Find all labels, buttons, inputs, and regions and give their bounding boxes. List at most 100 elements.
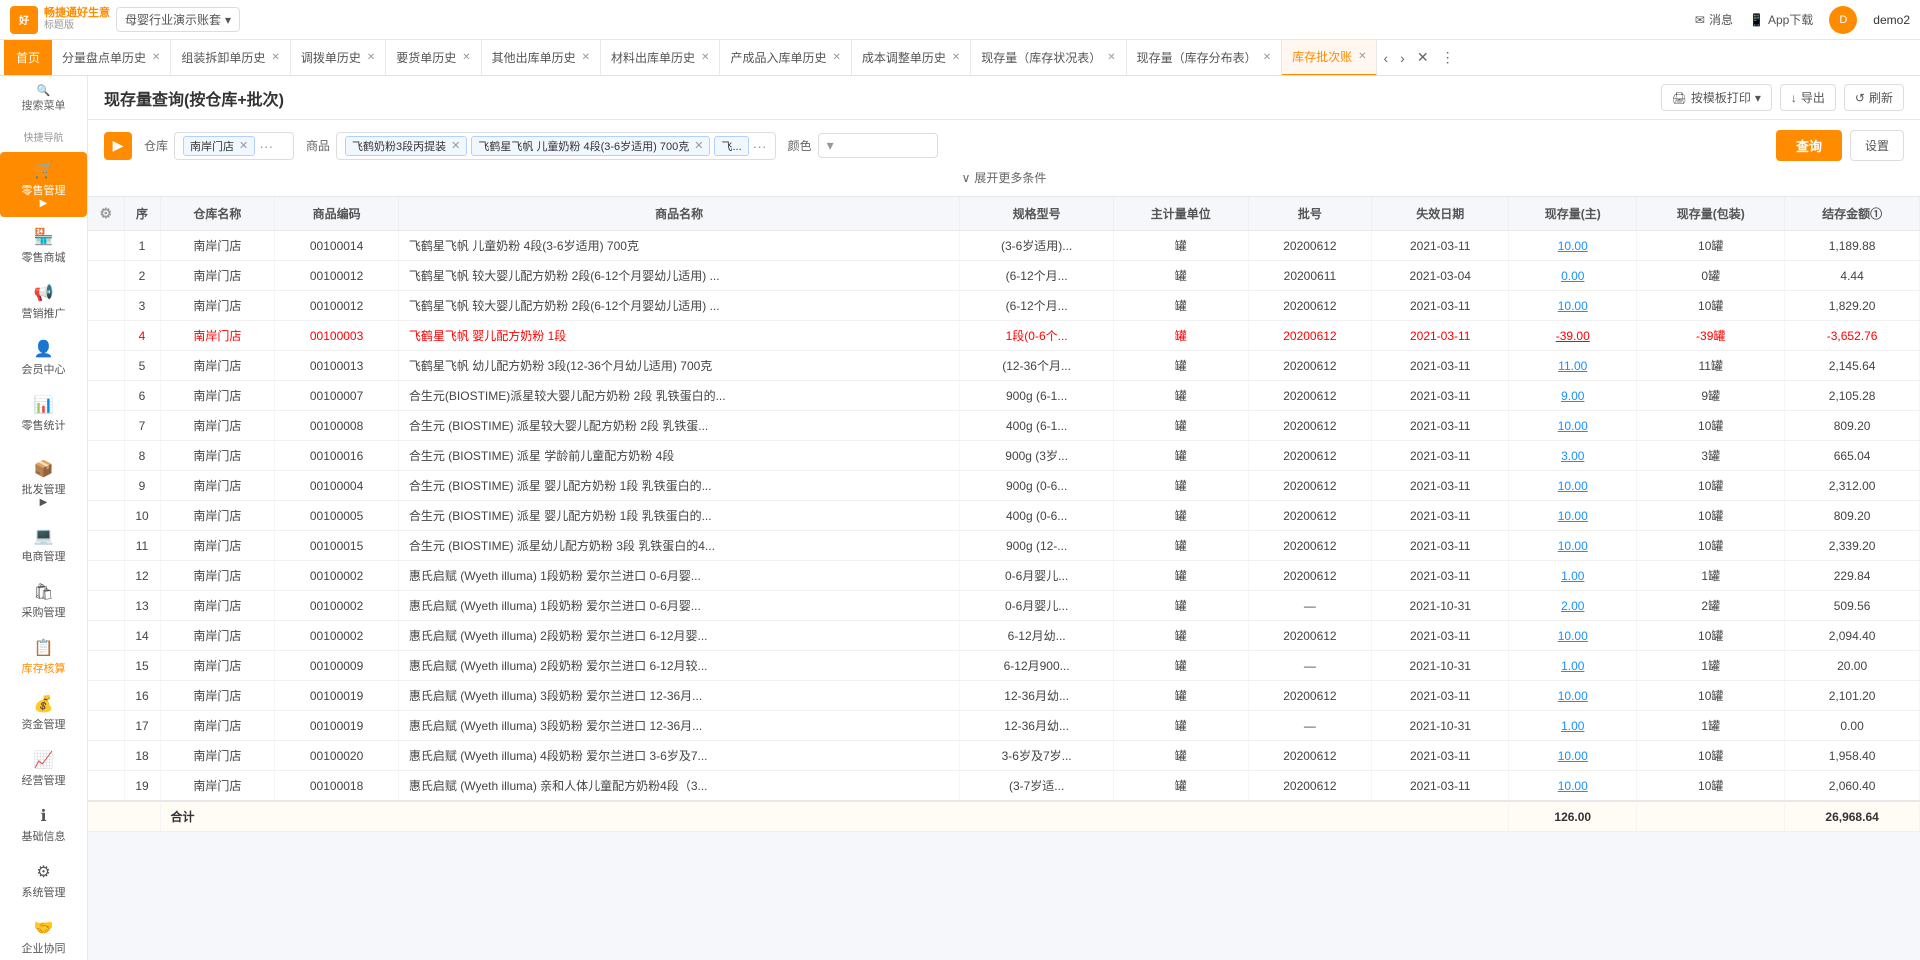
tab-material-outbound-close[interactable]: ✕ xyxy=(701,52,709,63)
tab-other-outbound[interactable]: 其他出库单历史 ✕ xyxy=(482,40,601,76)
td-name: 飞鹤星飞帆 较大婴儿配方奶粉 2段(6-12个月婴幼儿适用) ... xyxy=(398,291,959,321)
td-stock-main[interactable]: -39.00 xyxy=(1509,321,1637,351)
td-code: 00100015 xyxy=(275,531,399,561)
tab-close-all-btn[interactable]: ✕ xyxy=(1411,49,1435,66)
tab-product-inbound-close[interactable]: ✕ xyxy=(832,52,840,63)
table-row: 13 南岸门店 00100002 惠氏启赋 (Wyeth illuma) 1段奶… xyxy=(88,591,1920,621)
tab-material-outbound[interactable]: 材料出库单历史 ✕ xyxy=(601,40,720,76)
td-stock-main[interactable]: 0.00 xyxy=(1509,261,1637,291)
td-stock-main[interactable]: 2.00 xyxy=(1509,591,1637,621)
tab-cost-adjust-close[interactable]: ✕ xyxy=(952,52,960,63)
settings-btn[interactable]: 设置 xyxy=(1850,130,1904,161)
tab-other-outbound-close[interactable]: ✕ xyxy=(582,52,590,63)
tab-next-btn[interactable]: › xyxy=(1394,50,1411,66)
member-icon: 👤 xyxy=(34,339,54,359)
app-download-btn[interactable]: 📱 App下载 xyxy=(1749,11,1813,28)
sidebar-item-finance[interactable]: 💰 资金管理 xyxy=(0,686,87,740)
warehouse-input[interactable]: 南岸门店 ✕ ··· xyxy=(174,132,294,160)
sidebar-item-system[interactable]: ⚙ 系统管理 xyxy=(0,854,87,908)
color-input[interactable]: ▾ xyxy=(818,133,938,158)
sidebar-item-enterprise[interactable]: 🤝 企业协同 xyxy=(0,910,87,960)
td-stock-main[interactable]: 9.00 xyxy=(1509,381,1637,411)
tab-batch-voucher[interactable]: 库存批次账 ✕ xyxy=(1282,40,1377,76)
td-stock-main[interactable]: 10.00 xyxy=(1509,741,1637,771)
tab-split-history[interactable]: 分量盘点单历史 ✕ xyxy=(52,40,171,76)
sidebar-item-retail-mgmt[interactable]: 🛒 零售管理 ▶ xyxy=(0,152,87,217)
td-batch: — xyxy=(1248,711,1372,741)
td-stock-main[interactable]: 10.00 xyxy=(1509,411,1637,441)
td-stock-main[interactable]: 10.00 xyxy=(1509,621,1637,651)
tab-transfer-close[interactable]: ✕ xyxy=(367,52,375,63)
sidebar-search[interactable]: 🔍 搜索菜单 xyxy=(0,76,87,121)
tab-disassemble-close[interactable]: ✕ xyxy=(271,52,279,63)
tab-disassemble[interactable]: 组装拆卸单历史 ✕ xyxy=(171,40,290,76)
td-no: 10 xyxy=(124,501,160,531)
warehouse-more[interactable]: ··· xyxy=(259,138,273,154)
th-settings[interactable]: ⚙ xyxy=(88,197,124,231)
tab-batch-voucher-close[interactable]: ✕ xyxy=(1358,51,1366,62)
td-stock-main[interactable]: 10.00 xyxy=(1509,771,1637,802)
td-stock-main[interactable]: 10.00 xyxy=(1509,681,1637,711)
td-stock-main[interactable]: 1.00 xyxy=(1509,561,1637,591)
sidebar-item-marketing[interactable]: 📢 营销推广 xyxy=(0,275,87,329)
refresh-btn[interactable]: ↺ 刷新 xyxy=(1844,84,1904,111)
goods-input[interactable]: 飞鹤奶粉3段丙提装 ✕ 飞鹤星飞帆 儿童奶粉 4段(3-6岁适用) 700克 ✕… xyxy=(336,132,776,160)
warehouse-tag-remove[interactable]: ✕ xyxy=(239,139,248,152)
tab-transfer[interactable]: 调拨单历史 ✕ xyxy=(291,40,386,76)
tab-requisition-close[interactable]: ✕ xyxy=(462,52,470,63)
td-stock-main[interactable]: 10.00 xyxy=(1509,291,1637,321)
td-stock-main[interactable]: 1.00 xyxy=(1509,711,1637,741)
tab-stock-status[interactable]: 现存量（库存状况表） ✕ xyxy=(971,40,1126,76)
sidebar-item-ecommerce[interactable]: 💻 电商管理 xyxy=(0,518,87,572)
tab-requisition[interactable]: 要货单历史 ✕ xyxy=(386,40,481,76)
sidebar-item-basic-info[interactable]: ℹ 基础信息 xyxy=(0,798,87,852)
td-stock-main[interactable]: 1.00 xyxy=(1509,651,1637,681)
goods-more[interactable]: ··· xyxy=(753,138,767,154)
th-code: 商品编码 xyxy=(275,197,399,231)
td-stock-main[interactable]: 10.00 xyxy=(1509,501,1637,531)
sidebar-item-wholesale[interactable]: 📦 批发管理 ▶ xyxy=(0,451,87,516)
tab-prev-btn[interactable]: ‹ xyxy=(1377,50,1394,66)
td-stock-main[interactable]: 10.00 xyxy=(1509,231,1637,261)
td-no: 12 xyxy=(124,561,160,591)
td-stock-main[interactable]: 10.00 xyxy=(1509,471,1637,501)
td-warehouse: 南岸门店 xyxy=(160,351,275,381)
tab-stock-dist-close[interactable]: ✕ xyxy=(1263,52,1271,63)
goods-tag-1-remove[interactable]: ✕ xyxy=(451,139,460,152)
template-print-btn[interactable]: 🖨 按模板打印 ▾ xyxy=(1661,84,1772,111)
tab-stock-status-close[interactable]: ✕ xyxy=(1107,52,1115,63)
export-btn[interactable]: ↓ 导出 xyxy=(1780,84,1836,111)
td-unit: 罐 xyxy=(1113,471,1248,501)
sidebar-item-inventory[interactable]: 📋 库存核算 xyxy=(0,630,87,684)
td-stock-main[interactable]: 10.00 xyxy=(1509,531,1637,561)
sidebar-item-purchase[interactable]: 🛍 采购管理 xyxy=(0,574,87,628)
td-balance: 2,145.64 xyxy=(1785,351,1920,381)
tab-menu-btn[interactable]: ⋮ xyxy=(1435,49,1461,66)
td-spec: (12-36个月... xyxy=(960,351,1114,381)
expand-more-btn[interactable]: ∨ 展开更多条件 xyxy=(104,169,1904,186)
sidebar-item-member[interactable]: 👤 会员中心 xyxy=(0,331,87,385)
tab-home[interactable]: 首页 xyxy=(4,40,52,76)
user-avatar[interactable]: D xyxy=(1829,6,1857,34)
td-stock-main[interactable]: 3.00 xyxy=(1509,441,1637,471)
color-dropdown[interactable]: ▾ xyxy=(827,137,834,154)
td-unit: 罐 xyxy=(1113,531,1248,561)
tab-stock-dist[interactable]: 现存量（库存分布表） ✕ xyxy=(1127,40,1282,76)
query-btn[interactable]: 查询 xyxy=(1776,130,1842,161)
sidebar-item-operations[interactable]: 📈 经营管理 xyxy=(0,742,87,796)
td-settings xyxy=(88,561,124,591)
tab-split-history-close[interactable]: ✕ xyxy=(152,52,160,63)
tab-cost-adjust[interactable]: 成本调整单历史 ✕ xyxy=(852,40,971,76)
sidebar-item-retail-stats[interactable]: 📊 零售统计 xyxy=(0,387,87,441)
td-batch: 20200612 xyxy=(1248,291,1372,321)
sidebar-item-retail-mall[interactable]: 🏪 零售商城 xyxy=(0,219,87,273)
filter-row: ▶ 仓库 南岸门店 ✕ ··· 商品 xyxy=(104,130,1904,161)
tab-product-inbound[interactable]: 产成品入库单历史 ✕ xyxy=(720,40,851,76)
message-btn[interactable]: ✉ 消息 xyxy=(1695,11,1733,28)
workspace-selector[interactable]: 母婴行业演示账套 ▾ xyxy=(116,7,240,32)
td-stock-main[interactable]: 11.00 xyxy=(1509,351,1637,381)
enterprise-icon: 🤝 xyxy=(34,918,54,938)
expand-filters-btn[interactable]: ▶ xyxy=(104,132,132,160)
goods-tag-2-remove[interactable]: ✕ xyxy=(694,139,703,152)
top-bar: 好 畅捷通好生意 标题版 母婴行业演示账套 ▾ ✉ 消息 📱 App下载 D d… xyxy=(0,0,1920,40)
